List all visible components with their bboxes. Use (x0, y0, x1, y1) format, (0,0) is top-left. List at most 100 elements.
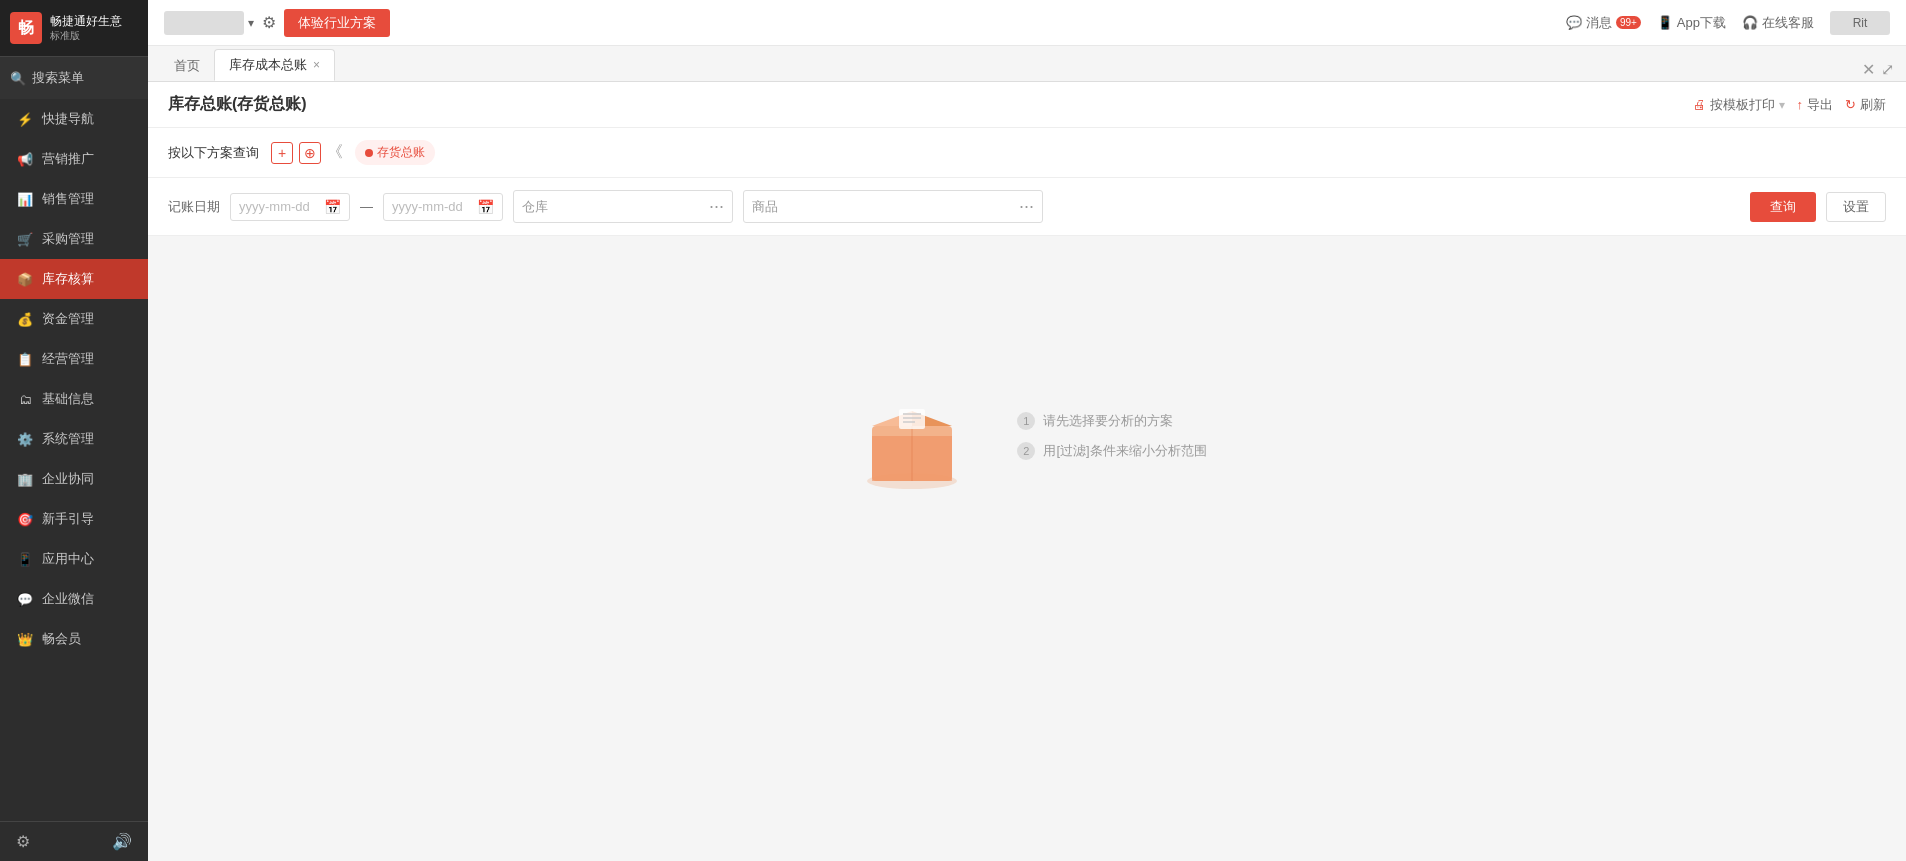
product-select[interactable]: 商品 ··· (743, 190, 1043, 223)
sidebar: 畅 畅捷通好生意 标准版 🔍 搜索菜单 ⚡ 快捷导航 📢 营销推广 📊 销售管理… (0, 0, 148, 861)
empty-state: 1 请先选择要分析的方案 2 用[过滤]条件来缩小分析范围 (847, 381, 1206, 491)
guide-icon: 🎯 (16, 510, 34, 528)
gear-icon[interactable]: ⚙ (262, 13, 276, 32)
sidebar-item-label: 畅会员 (42, 630, 81, 648)
sidebar-item-inventory[interactable]: 📦 库存核算 (0, 259, 148, 299)
sidebar-bottom: ⚙ 🔊 (0, 821, 148, 861)
hint-text-1: 请先选择要分析的方案 (1043, 412, 1173, 430)
user-box (164, 11, 244, 35)
sidebar-nav: ⚡ 快捷导航 📢 营销推广 📊 销售管理 🛒 采购管理 📦 库存核算 💰 资金管… (0, 99, 148, 821)
hint-text-2: 用[过滤]条件来缩小分析范围 (1043, 442, 1206, 460)
page-header: 库存总账(存货总账) 🖨 按模板打印 ▾ ↑ 导出 ↻ 刷新 (148, 82, 1906, 128)
sidebar-item-quick-nav[interactable]: ⚡ 快捷导航 (0, 99, 148, 139)
search-icon: 🔍 (10, 71, 26, 86)
tab-inventory-cost[interactable]: 库存成本总账 × (214, 49, 335, 81)
sidebar-item-wechat[interactable]: 💬 企业微信 (0, 579, 148, 619)
tab-close-all-icon[interactable]: ✕ (1862, 60, 1875, 79)
app-version: 标准版 (50, 29, 122, 43)
filter-option-inventory[interactable]: 存货总账 (355, 140, 435, 165)
operation-icon: 📋 (16, 350, 34, 368)
messages-badge: 99+ (1616, 16, 1641, 29)
filter-settings-button[interactable]: ⊕ (299, 142, 321, 164)
inventory-icon: 📦 (16, 270, 34, 288)
sidebar-item-label: 企业微信 (42, 590, 94, 608)
print-icon: 🖨 (1693, 97, 1706, 112)
sidebar-logo: 畅 畅捷通好生意 标准版 (0, 0, 148, 57)
sidebar-item-funds[interactable]: 💰 资金管理 (0, 299, 148, 339)
sidebar-item-sales[interactable]: 📊 销售管理 (0, 179, 148, 219)
product-more-icon[interactable]: ··· (1019, 196, 1034, 217)
marketing-icon: 📢 (16, 150, 34, 168)
sidebar-item-label: 企业协同 (42, 470, 94, 488)
warehouse-more-icon[interactable]: ··· (709, 196, 724, 217)
date-end-placeholder: yyyy-mm-dd (392, 199, 473, 214)
date-start-input[interactable]: yyyy-mm-dd 📅 (230, 193, 350, 221)
sidebar-item-label: 采购管理 (42, 230, 94, 248)
print-button[interactable]: 🖨 按模板打印 ▾ (1693, 96, 1785, 114)
chevron-down-icon[interactable]: ▾ (248, 16, 254, 30)
warehouse-label: 仓库 (522, 198, 548, 216)
tab-home[interactable]: 首页 (160, 51, 214, 81)
filter-add-button[interactable]: + (271, 142, 293, 164)
basic-icon: 🗂 (16, 390, 34, 408)
search-menu-button[interactable]: 🔍 搜索菜单 (10, 65, 138, 91)
export-button[interactable]: ↑ 导出 (1797, 96, 1834, 114)
calendar-end-icon: 📅 (477, 199, 494, 215)
date-separator: — (360, 199, 373, 214)
sidebar-item-label: 应用中心 (42, 550, 94, 568)
topbar-right: 💬 消息 99+ 📱 App下载 🎧 在线客服 Rit (1566, 11, 1890, 35)
sidebar-item-member[interactable]: 👑 畅会员 (0, 619, 148, 659)
print-label: 按模板打印 (1710, 96, 1775, 114)
date-end-input[interactable]: yyyy-mm-dd 📅 (383, 193, 503, 221)
empty-state-container: 1 请先选择要分析的方案 2 用[过滤]条件来缩小分析范围 (148, 236, 1906, 636)
sidebar-item-label: 资金管理 (42, 310, 94, 328)
date-start-placeholder: yyyy-mm-dd (239, 199, 320, 214)
messages-button[interactable]: 💬 消息 99+ (1566, 14, 1641, 32)
user-area[interactable]: ▾ (164, 11, 254, 35)
sidebar-item-enterprise[interactable]: 🏢 企业协同 (0, 459, 148, 499)
audio-icon[interactable]: 🔊 (112, 832, 132, 851)
topbar-left: ▾ ⚙ 体验行业方案 (164, 9, 1558, 37)
filter-label: 按以下方案查询 (168, 144, 259, 162)
sidebar-item-label: 快捷导航 (42, 110, 94, 128)
tab-close-icon[interactable]: × (313, 58, 320, 72)
filter-actions: + ⊕ 《 (271, 142, 343, 164)
headset-icon: 🎧 (1742, 15, 1758, 30)
warehouse-select[interactable]: 仓库 ··· (513, 190, 733, 223)
sidebar-item-operation[interactable]: 📋 经营管理 (0, 339, 148, 379)
sidebar-item-label: 销售管理 (42, 190, 94, 208)
sidebar-item-guide[interactable]: 🎯 新手引导 (0, 499, 148, 539)
sidebar-item-purchase[interactable]: 🛒 采购管理 (0, 219, 148, 259)
filter-dot (365, 149, 373, 157)
sidebar-search-area[interactable]: 🔍 搜索菜单 (0, 57, 148, 99)
tab-expand-icon[interactable]: ⤢ (1881, 60, 1894, 79)
hint-row-1: 1 请先选择要分析的方案 (1017, 412, 1206, 430)
enterprise-icon: 🏢 (16, 470, 34, 488)
empty-box-svg (847, 381, 977, 491)
filter-collapse-icon[interactable]: 《 (327, 142, 343, 163)
sidebar-item-label: 基础信息 (42, 390, 94, 408)
settings-icon[interactable]: ⚙ (16, 832, 30, 851)
page-title: 库存总账(存货总账) (168, 94, 307, 115)
messages-label: 消息 (1586, 14, 1612, 32)
refresh-icon: ↻ (1845, 97, 1856, 112)
query-button[interactable]: 查询 (1750, 192, 1816, 222)
apps-icon: 📱 (16, 550, 34, 568)
sidebar-item-basic[interactable]: 🗂 基础信息 (0, 379, 148, 419)
industry-solution-button[interactable]: 体验行业方案 (284, 9, 390, 37)
sidebar-item-marketing[interactable]: 📢 营销推广 (0, 139, 148, 179)
filter-option-label: 存货总账 (377, 144, 425, 161)
user-avatar[interactable]: Rit (1830, 11, 1890, 35)
sidebar-item-system[interactable]: ⚙️ 系统管理 (0, 419, 148, 459)
empty-illustration (847, 381, 977, 491)
app-download-button[interactable]: 📱 App下载 (1657, 14, 1726, 32)
phone-icon: 📱 (1657, 15, 1673, 30)
sidebar-item-apps[interactable]: 📱 应用中心 (0, 539, 148, 579)
tabs-bar: 首页 库存成本总账 × ✕ ⤢ (148, 46, 1906, 82)
query-form: 记账日期 yyyy-mm-dd 📅 — yyyy-mm-dd 📅 仓库 ··· … (148, 178, 1906, 236)
settings-button[interactable]: 设置 (1826, 192, 1886, 222)
app-logo-icon: 畅 (10, 12, 42, 44)
refresh-button[interactable]: ↻ 刷新 (1845, 96, 1886, 114)
hint-num-2: 2 (1017, 442, 1035, 460)
online-service-button[interactable]: 🎧 在线客服 (1742, 14, 1814, 32)
